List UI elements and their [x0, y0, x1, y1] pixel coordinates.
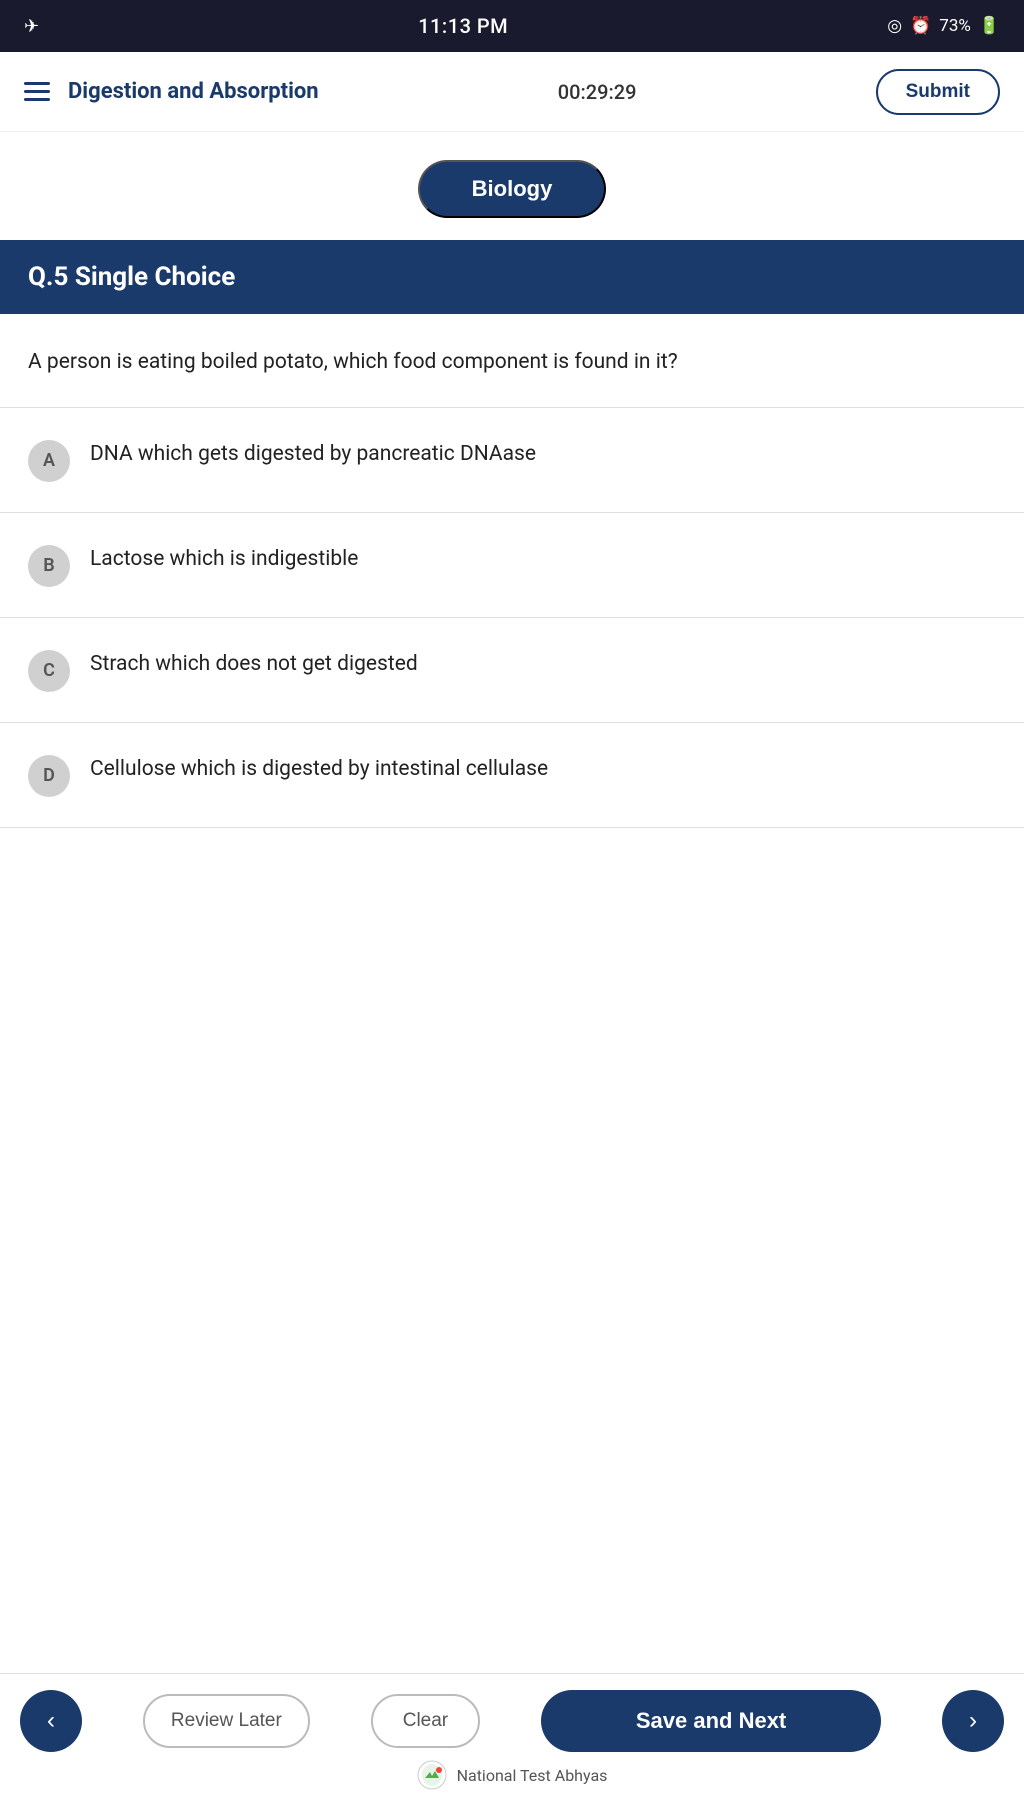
- option-c-circle: C: [28, 650, 70, 692]
- battery-text: 73%: [939, 16, 971, 36]
- question-text: A person is eating boiled potato, which …: [0, 314, 1024, 408]
- nta-brand-text: National Test Abhyas: [457, 1766, 608, 1785]
- option-b-circle: B: [28, 545, 70, 587]
- alarm-icon: ⏰: [910, 16, 931, 36]
- status-bar: ✈ 11:13 PM ◎ ⏰ 73% 🔋: [0, 0, 1024, 52]
- save-next-button[interactable]: Save and Next: [541, 1690, 881, 1752]
- option-c[interactable]: C Strach which does not get digested: [0, 618, 1024, 723]
- option-a[interactable]: A DNA which gets digested by pancreatic …: [0, 408, 1024, 513]
- option-d[interactable]: D Cellulose which is digested by intesti…: [0, 723, 1024, 828]
- status-time: 11:13 PM: [418, 14, 508, 38]
- location-icon: ◎: [887, 16, 902, 36]
- question-label: Q.5 Single Choice: [28, 262, 235, 292]
- timer-display: 00:29:29: [558, 80, 637, 104]
- bottom-nav: ‹ Review Later Clear Save and Next › Nat…: [0, 1673, 1024, 1806]
- question-header: Q.5 Single Choice: [0, 240, 1024, 314]
- battery-icon: 🔋: [979, 16, 1000, 36]
- review-later-button[interactable]: Review Later: [143, 1694, 310, 1748]
- nta-logo-icon: [417, 1760, 447, 1790]
- prev-button[interactable]: ‹: [20, 1690, 82, 1752]
- subject-tag[interactable]: Biology: [418, 160, 607, 218]
- subject-section: Biology: [0, 132, 1024, 240]
- status-indicators: ◎ ⏰ 73% 🔋: [887, 16, 1000, 36]
- header-left: Digestion and Absorption: [24, 79, 319, 104]
- airplane-icon: ✈: [24, 16, 39, 37]
- app-header: Digestion and Absorption 00:29:29 Submit: [0, 52, 1024, 132]
- option-a-circle: A: [28, 440, 70, 482]
- footer-brand: National Test Abhyas: [20, 1752, 1004, 1794]
- option-a-text: DNA which gets digested by pancreatic DN…: [90, 438, 996, 471]
- content-spacer: [0, 828, 1024, 1208]
- option-c-text: Strach which does not get digested: [90, 648, 996, 681]
- submit-button[interactable]: Submit: [876, 69, 1000, 115]
- options-list: A DNA which gets digested by pancreatic …: [0, 408, 1024, 828]
- bottom-nav-row: ‹ Review Later Clear Save and Next ›: [20, 1690, 1004, 1752]
- option-d-text: Cellulose which is digested by intestina…: [90, 753, 996, 786]
- menu-icon[interactable]: [24, 82, 50, 101]
- option-b-text: Lactose which is indigestible: [90, 543, 996, 576]
- next-button[interactable]: ›: [942, 1690, 1004, 1752]
- header-title: Digestion and Absorption: [68, 79, 319, 104]
- clear-button[interactable]: Clear: [371, 1694, 480, 1748]
- option-b[interactable]: B Lactose which is indigestible: [0, 513, 1024, 618]
- option-d-circle: D: [28, 755, 70, 797]
